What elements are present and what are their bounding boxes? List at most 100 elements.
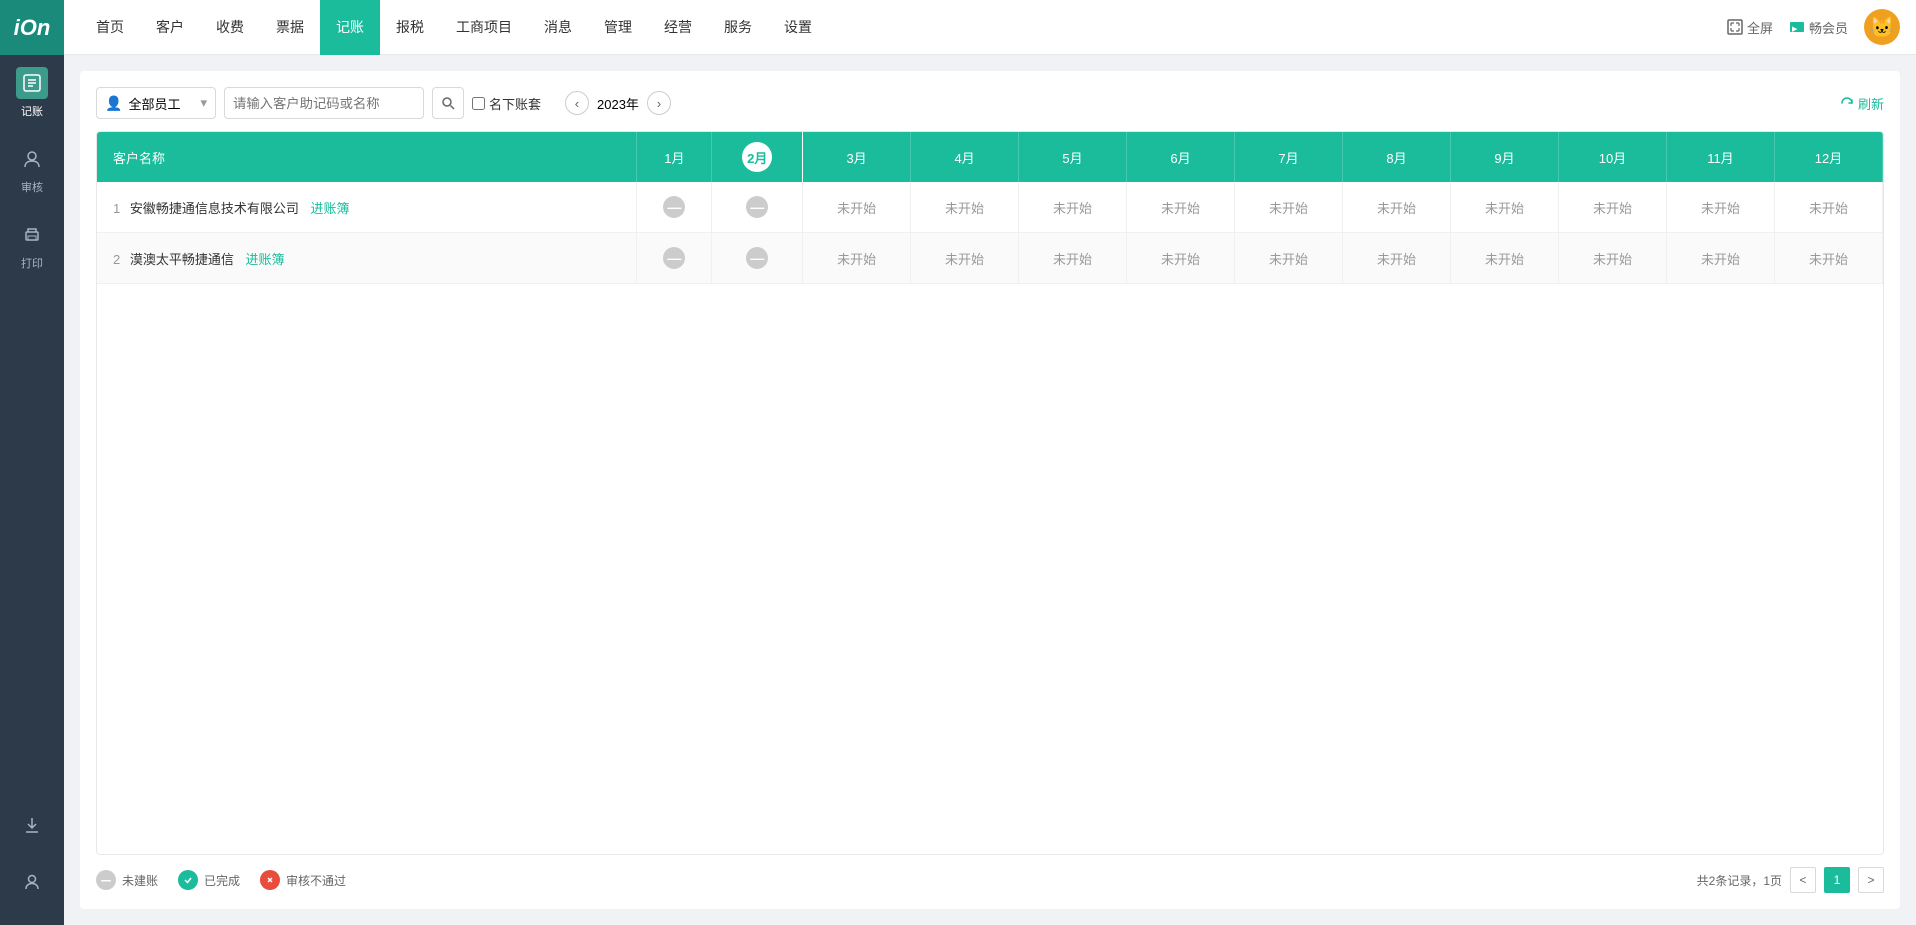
- nav-billing[interactable]: 收费: [200, 0, 260, 55]
- vip-label: 畅会员: [1809, 18, 1848, 37]
- row1-m2: —: [712, 182, 803, 233]
- status-dash: —: [746, 247, 768, 269]
- search-icon: [441, 96, 455, 110]
- row1-m7: 未开始: [1235, 182, 1343, 233]
- col-m6: 6月: [1127, 132, 1235, 182]
- row2-m3: 未开始: [803, 233, 911, 284]
- row1-enter-link[interactable]: 进账簿: [311, 201, 350, 216]
- row1-m1: —: [637, 182, 712, 233]
- fullscreen-icon: [1727, 19, 1743, 35]
- nav-home[interactable]: 首页: [80, 0, 140, 55]
- row2-index: 2: [113, 252, 120, 267]
- refresh-button[interactable]: 刷新: [1840, 94, 1884, 113]
- nav-service[interactable]: 服务: [708, 0, 768, 55]
- sidebar-item-download[interactable]: [0, 797, 64, 853]
- legend-failed: 审核不通过: [260, 870, 346, 890]
- col-m2: 2月: [712, 132, 803, 182]
- row1-m10: 未开始: [1558, 182, 1666, 233]
- nav-business[interactable]: 工商项目: [440, 0, 528, 55]
- nav-message[interactable]: 消息: [528, 0, 588, 55]
- col-m1: 1月: [637, 132, 712, 182]
- row1-m5: 未开始: [1019, 182, 1127, 233]
- legend-dot-gray: [96, 870, 116, 890]
- row1-m12: 未开始: [1774, 182, 1882, 233]
- row2-m11: 未开始: [1666, 233, 1774, 284]
- svg-text:▶: ▶: [1792, 26, 1798, 33]
- logo: iOn: [0, 0, 64, 55]
- search-input[interactable]: [224, 87, 424, 119]
- legend-label-red: 审核不通过: [286, 872, 346, 889]
- sidebar-item-print[interactable]: 打印: [0, 207, 64, 283]
- mine-checkbox-label[interactable]: 名下账套: [472, 94, 541, 113]
- row1-m3: 未开始: [803, 182, 911, 233]
- footer: 未建账 已完成 审核不通过 共2条记录，1页 <: [96, 867, 1884, 893]
- toolbar: 👤 全部员工 ▾ 名下账套 ‹ 2023年: [96, 87, 1884, 119]
- row1-m8: 未开始: [1343, 182, 1451, 233]
- table-header-row: 客户名称 1月 2月 3月 4月: [97, 132, 1883, 182]
- fullscreen-label: 全屏: [1747, 18, 1773, 37]
- prev-page-button[interactable]: <: [1790, 867, 1816, 893]
- sidebar-item-audit[interactable]: 审核: [0, 131, 64, 207]
- row2-m1: —: [637, 233, 712, 284]
- next-page-button[interactable]: >: [1858, 867, 1884, 893]
- nav-right: 全屏 ▶ 畅会员 🐱: [1727, 9, 1900, 45]
- nav-tax[interactable]: 报税: [380, 0, 440, 55]
- nav-ledger[interactable]: 记账: [320, 0, 380, 55]
- col-m11: 11月: [1666, 132, 1774, 182]
- content-inner: 👤 全部员工 ▾ 名下账套 ‹ 2023年: [80, 71, 1900, 909]
- employee-select[interactable]: 👤 全部员工 ▾: [96, 87, 216, 119]
- row2-name-cell: 2 漠澳太平畅捷通信 进账簿: [97, 233, 637, 284]
- col-m5: 5月: [1019, 132, 1127, 182]
- col-m3: 3月: [803, 132, 911, 182]
- row2-m5: 未开始: [1019, 233, 1127, 284]
- ledger-icon: [16, 67, 48, 99]
- sidebar-item-user[interactable]: [0, 853, 64, 909]
- row2-m4: 未开始: [911, 233, 1019, 284]
- col-name: 客户名称: [97, 132, 637, 182]
- sidebar: iOn 记账 审核 打印: [0, 0, 64, 925]
- print-icon: [16, 219, 48, 251]
- row2-m8: 未开始: [1343, 233, 1451, 284]
- active-month-circle: 2月: [742, 142, 772, 172]
- sidebar-item-ledger[interactable]: 记账: [0, 55, 64, 131]
- download-icon: [16, 809, 48, 841]
- year-nav: ‹ 2023年 ›: [565, 91, 671, 115]
- col-m12: 12月: [1774, 132, 1882, 182]
- fullscreen-btn[interactable]: 全屏: [1727, 18, 1773, 37]
- nav-operation[interactable]: 经营: [648, 0, 708, 55]
- content-area: 👤 全部员工 ▾ 名下账套 ‹ 2023年: [64, 55, 1916, 925]
- row1-index: 1: [113, 201, 120, 216]
- col-m8: 8月: [1343, 132, 1451, 182]
- legend-label-gray: 未建账: [122, 872, 158, 889]
- row2-m7: 未开始: [1235, 233, 1343, 284]
- row1-company-name: 安徽畅捷通信息技术有限公司: [130, 201, 299, 216]
- year-text: 2023年: [597, 94, 639, 113]
- refresh-icon: [1840, 96, 1854, 110]
- row2-enter-link[interactable]: 进账簿: [246, 252, 285, 267]
- main-container: 首页 客户 收费 票据 记账 报税 工商项目 消息 管理 经营 服务 设置 全屏…: [64, 0, 1916, 925]
- employee-label: 全部员工: [128, 94, 180, 113]
- nav-manage[interactable]: 管理: [588, 0, 648, 55]
- prev-year-button[interactable]: ‹: [565, 91, 589, 115]
- search-button[interactable]: [432, 87, 464, 119]
- avatar[interactable]: 🐱: [1864, 9, 1900, 45]
- vip-btn[interactable]: ▶ 畅会员: [1789, 18, 1848, 37]
- mine-checkbox[interactable]: [472, 97, 485, 110]
- nav-settings[interactable]: 设置: [768, 0, 828, 55]
- top-nav: 首页 客户 收费 票据 记账 报税 工商项目 消息 管理 经营 服务 设置 全屏…: [64, 0, 1916, 55]
- next-year-button[interactable]: ›: [647, 91, 671, 115]
- chevron-icon: ▾: [200, 95, 207, 111]
- page-1-button[interactable]: 1: [1824, 867, 1850, 893]
- nav-client[interactable]: 客户: [140, 0, 200, 55]
- row1-m6: 未开始: [1127, 182, 1235, 233]
- user-icon: [16, 865, 48, 897]
- legend-completed: 已完成: [178, 870, 240, 890]
- row2-company-name: 漠澳太平畅捷通信: [130, 252, 234, 267]
- legend-dot-red: [260, 870, 280, 890]
- nav-invoice[interactable]: 票据: [260, 0, 320, 55]
- row1-m4: 未开始: [911, 182, 1019, 233]
- col-m10: 10月: [1558, 132, 1666, 182]
- row2-m2: —: [712, 233, 803, 284]
- sidebar-audit-label: 审核: [21, 179, 43, 195]
- row1-m11: 未开始: [1666, 182, 1774, 233]
